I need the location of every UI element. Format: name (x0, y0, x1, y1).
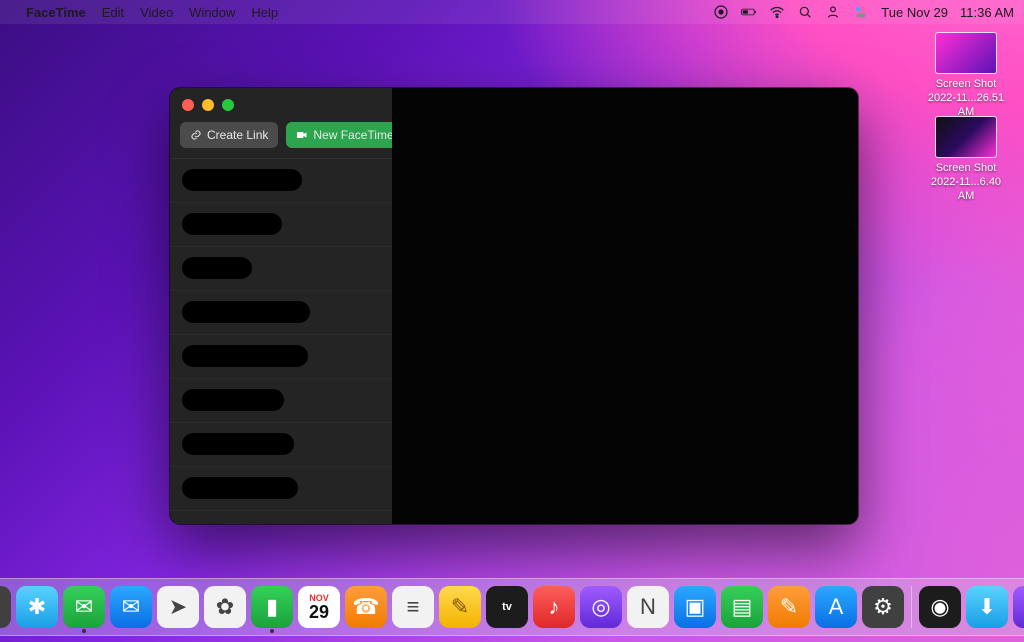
call-list-row[interactable] (170, 247, 392, 291)
call-list-row[interactable] (170, 467, 392, 511)
dock-news[interactable]: N (627, 586, 669, 628)
dock-contacts[interactable]: ☎ (345, 586, 387, 628)
desktop-file-1[interactable]: Screen Shot2022-11...26.51 AM (922, 32, 1010, 119)
dock-mail[interactable]: ✉ (110, 586, 152, 628)
dock-calendar[interactable]: NOV29 (298, 586, 340, 628)
menu-bar: FaceTime Edit Video Window Help Tue Nov … (0, 0, 1024, 24)
redacted-caller (182, 433, 294, 455)
create-link-button[interactable]: Create Link (180, 122, 278, 148)
window-traffic-lights (170, 88, 392, 122)
window-minimize-button[interactable] (202, 99, 214, 111)
dock-music[interactable]: ♪ (533, 586, 575, 628)
dock-settings[interactable]: ⚙ (862, 586, 904, 628)
call-list-row[interactable] (170, 423, 392, 467)
dock-facetime[interactable]: ▮ (251, 586, 293, 628)
dock-notes[interactable]: ✎ (439, 586, 481, 628)
redacted-caller (182, 301, 310, 323)
spotlight-icon[interactable] (797, 4, 813, 20)
dock-launchpad[interactable]: ⊞ (0, 586, 11, 628)
link-icon (190, 129, 202, 141)
screen-record-icon[interactable] (713, 4, 729, 20)
menubar-app-name[interactable]: FaceTime (26, 5, 86, 20)
dock-photos[interactable]: ✿ (204, 586, 246, 628)
screenshot-thumb-icon (935, 32, 997, 74)
control-center-icon[interactable] (853, 4, 869, 20)
call-list-row[interactable] (170, 379, 392, 423)
redacted-caller (182, 169, 302, 191)
redacted-caller (182, 213, 282, 235)
facetime-window: Create Link New FaceTime (170, 88, 858, 524)
dock-keynote[interactable]: ▣ (674, 586, 716, 628)
dock-podcasts[interactable]: ◎ (580, 586, 622, 628)
call-list-row[interactable] (170, 335, 392, 379)
redacted-caller (182, 345, 308, 367)
menu-help[interactable]: Help (251, 5, 278, 20)
screenshot-thumb-icon (935, 116, 997, 158)
call-list-row[interactable] (170, 291, 392, 335)
menubar-time[interactable]: 11:36 AM (960, 5, 1014, 20)
dock-separator (911, 586, 912, 628)
window-close-button[interactable] (182, 99, 194, 111)
video-icon (296, 129, 308, 141)
user-switch-icon[interactable] (825, 4, 841, 20)
menu-video[interactable]: Video (140, 5, 173, 20)
dock-safari[interactable]: ✱ (16, 586, 58, 628)
battery-icon[interactable] (741, 4, 757, 20)
dock-appstore[interactable]: A (815, 586, 857, 628)
facetime-sidebar: Create Link New FaceTime (170, 88, 392, 524)
dock-downloads[interactable]: ⬇ (966, 586, 1008, 628)
redacted-caller (182, 477, 298, 499)
dock-steam[interactable]: ◉ (919, 586, 961, 628)
desktop-file-2[interactable]: Screen Shot2022-11...6.40 AM (922, 116, 1010, 203)
dock-messages[interactable]: ✉ (63, 586, 105, 628)
call-list-row[interactable] (170, 203, 392, 247)
dock-maps[interactable]: ➤ (157, 586, 199, 628)
redacted-caller (182, 257, 252, 279)
call-list-row[interactable] (170, 159, 392, 203)
window-zoom-button[interactable] (222, 99, 234, 111)
wifi-icon[interactable] (769, 4, 785, 20)
new-facetime-button[interactable]: New FaceTime (286, 122, 403, 148)
dock-screenshot[interactable]: ▭ (1013, 586, 1024, 628)
dock-pages[interactable]: ✎ (768, 586, 810, 628)
dock-numbers[interactable]: ▤ (721, 586, 763, 628)
recent-calls-list[interactable] (170, 158, 392, 524)
dock-tv[interactable]: tv (486, 586, 528, 628)
menubar-date[interactable]: Tue Nov 29 (881, 5, 948, 20)
menu-window[interactable]: Window (189, 5, 235, 20)
redacted-caller (182, 389, 284, 411)
menu-edit[interactable]: Edit (102, 5, 124, 20)
dock-reminders[interactable]: ≡ (392, 586, 434, 628)
dock: ☺⊞✱✉✉➤✿▮NOV29☎≡✎tv♪◎N▣▤✎A⚙◉⬇▭🗑 (0, 578, 1024, 636)
facetime-video-area (392, 88, 858, 524)
